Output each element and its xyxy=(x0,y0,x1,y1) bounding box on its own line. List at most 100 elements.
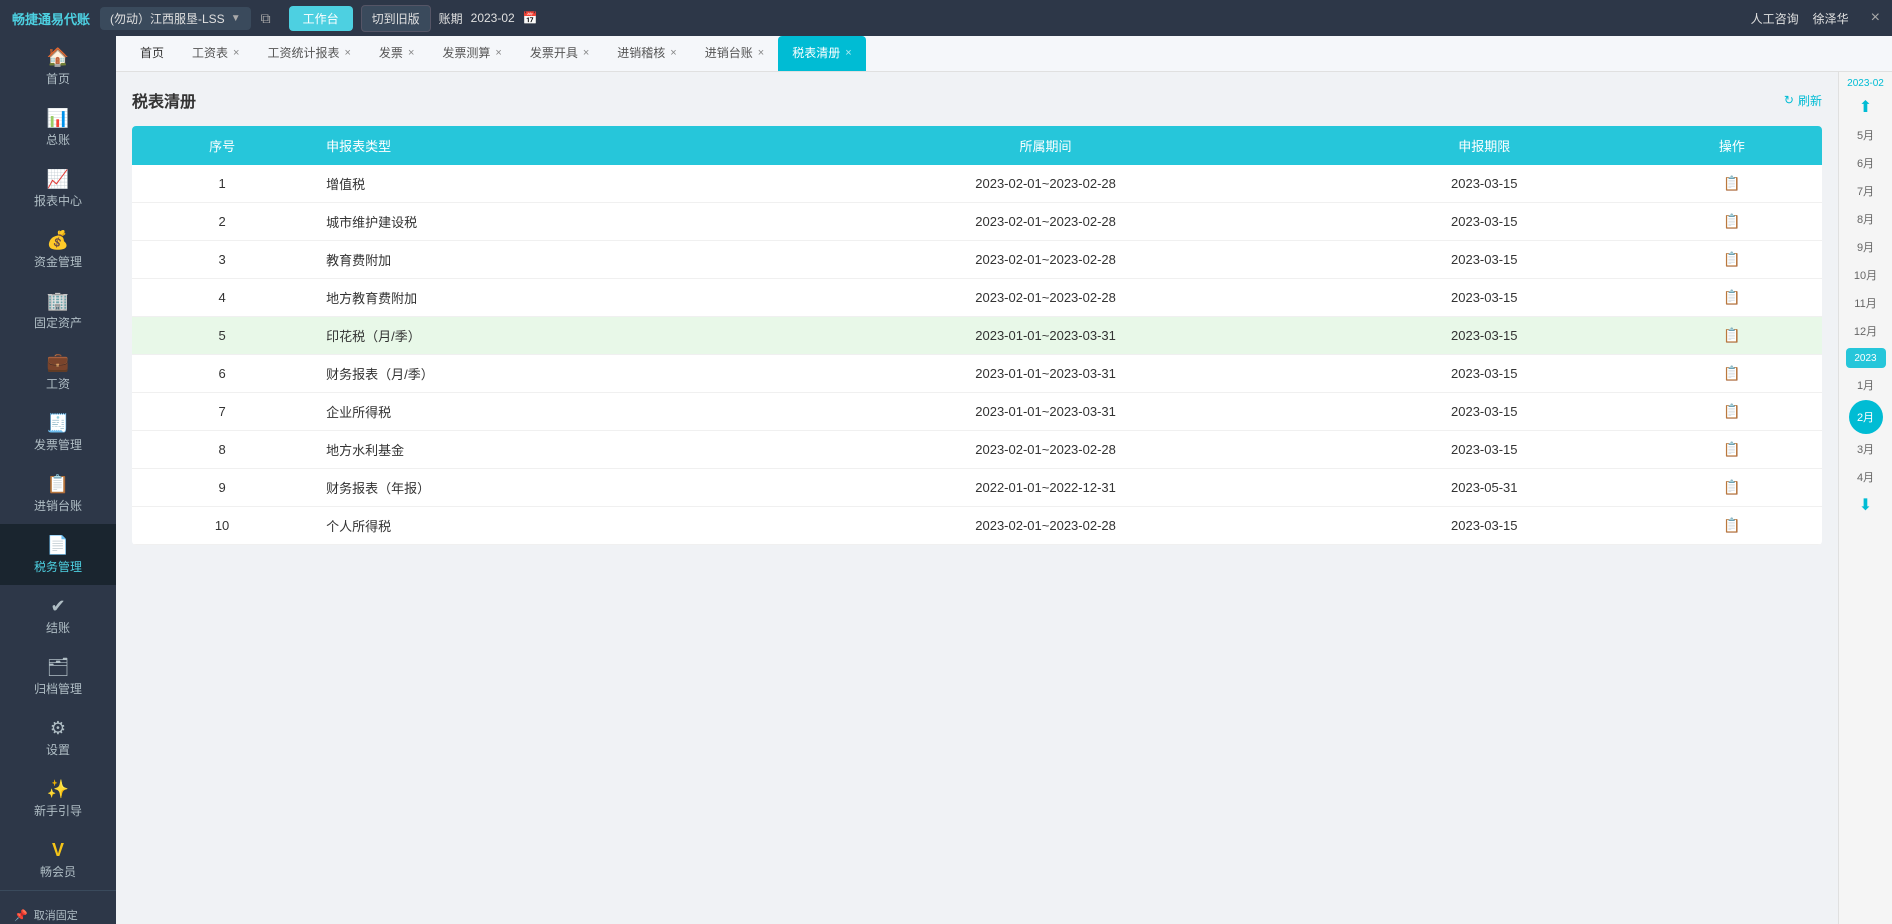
cell-action[interactable]: 📋 xyxy=(1642,279,1822,317)
cell-type: 地方教育费附加 xyxy=(312,279,764,317)
cell-deadline: 2023-03-15 xyxy=(1327,355,1642,393)
sidebar-label-tax: 税务管理 xyxy=(34,558,82,575)
doc-icon[interactable]: 📋 xyxy=(1723,251,1740,267)
calendar-icon[interactable]: 📅 xyxy=(523,11,538,25)
tab-bar: 首页 工资表 × 工资统计报表 × 发票 × 发票测算 × 发票开具 × xyxy=(116,36,1892,72)
tab-salary-report[interactable]: 工资统计报表 × xyxy=(253,36,364,71)
timeline-month-3[interactable]: 3月 xyxy=(1846,436,1886,462)
cell-deadline: 2023-03-15 xyxy=(1327,431,1642,469)
timeline-month-2-active[interactable]: 2月 xyxy=(1849,400,1883,434)
doc-icon[interactable]: 📋 xyxy=(1723,441,1740,457)
archive-icon: 🗂 xyxy=(47,658,70,676)
tab-salary-report-close[interactable]: × xyxy=(344,47,350,59)
refresh-label: 刷新 xyxy=(1798,92,1822,109)
timeline-month-6[interactable]: 6月 xyxy=(1846,150,1886,176)
tab-purchase-check-close[interactable]: × xyxy=(670,47,676,59)
doc-icon[interactable]: 📋 xyxy=(1723,479,1740,495)
timeline-month-7[interactable]: 7月 xyxy=(1846,178,1886,204)
cell-action[interactable]: 📋 xyxy=(1642,317,1822,355)
tab-invoice-open[interactable]: 发票开具 × xyxy=(516,36,603,71)
col-seq: 序号 xyxy=(132,126,312,165)
ledger-icon: 📊 xyxy=(47,109,69,127)
tab-salary[interactable]: 工资表 × xyxy=(178,36,253,71)
table-row: 2 城市维护建设税 2023-02-01~2023-02-28 2023-03-… xyxy=(132,203,1822,241)
cell-action[interactable]: 📋 xyxy=(1642,241,1822,279)
doc-icon[interactable]: 📋 xyxy=(1723,517,1740,533)
tab-purchase-account-close[interactable]: × xyxy=(758,47,764,59)
tab-salary-close[interactable]: × xyxy=(233,47,239,59)
sidebar-item-archive-mgmt[interactable]: 🗂 归档管理 xyxy=(0,646,116,707)
cell-period: 2023-02-01~2023-02-28 xyxy=(764,241,1326,279)
tab-invoice[interactable]: 发票 × xyxy=(365,36,428,71)
sidebar-item-vip[interactable]: V 畅会员 xyxy=(0,829,116,890)
cell-action[interactable]: 📋 xyxy=(1642,165,1822,203)
tab-invoice-calc-close[interactable]: × xyxy=(495,47,501,59)
workspace-button[interactable]: 工作台 xyxy=(289,6,353,31)
tab-purchase-account[interactable]: 进销台账 × xyxy=(691,36,778,71)
cell-action[interactable]: 📋 xyxy=(1642,203,1822,241)
home-icon: 🏠 xyxy=(47,48,69,66)
switch-button[interactable]: 切到旧版 xyxy=(361,5,431,32)
timeline-month-9[interactable]: 9月 xyxy=(1846,234,1886,260)
timeline-month-11[interactable]: 11月 xyxy=(1846,290,1886,316)
copy-icon[interactable]: ⧉ xyxy=(261,10,271,27)
timeline-month-1[interactable]: 1月 xyxy=(1846,372,1886,398)
fund-icon: 💰 xyxy=(47,231,69,249)
purchase-icon: 📋 xyxy=(47,475,69,493)
cell-action[interactable]: 📋 xyxy=(1642,507,1822,545)
doc-icon[interactable]: 📋 xyxy=(1723,289,1740,305)
tab-tax-register[interactable]: 税表清册 × xyxy=(778,36,865,71)
sidebar-item-purchase-account[interactable]: 📋 进销台账 xyxy=(0,463,116,524)
sidebar-item-tax-mgmt[interactable]: 📄 税务管理 xyxy=(0,524,116,585)
user-menu[interactable]: 徐泽华 xyxy=(1813,10,1849,27)
sidebar-item-new-guide[interactable]: ✨ 新手引导 xyxy=(0,768,116,829)
tab-home[interactable]: 首页 xyxy=(126,36,178,71)
tab-invoice-open-close[interactable]: × xyxy=(583,47,589,59)
cell-action[interactable]: 📋 xyxy=(1642,431,1822,469)
sidebar-item-settlement[interactable]: ✔ 结账 xyxy=(0,585,116,646)
refresh-button[interactable]: ↻ 刷新 xyxy=(1784,92,1822,109)
cell-period: 2023-01-01~2023-03-31 xyxy=(764,317,1326,355)
doc-icon[interactable]: 📋 xyxy=(1723,213,1740,229)
sidebar-item-report-center[interactable]: 📈 报表中心 xyxy=(0,158,116,219)
timeline-month-4[interactable]: 4月 xyxy=(1846,464,1886,490)
timeline-down-button[interactable]: ⬇ xyxy=(1859,495,1872,515)
doc-icon[interactable]: 📋 xyxy=(1723,403,1740,419)
cell-period: 2023-02-01~2023-02-28 xyxy=(764,507,1326,545)
sidebar-item-home[interactable]: 🏠 首页 xyxy=(0,36,116,97)
doc-icon[interactable]: 📋 xyxy=(1723,327,1740,343)
timeline-month-8[interactable]: 8月 xyxy=(1846,206,1886,232)
page-header: 税表清册 ↻ 刷新 xyxy=(132,88,1822,112)
sidebar-item-general-ledger[interactable]: 📊 总账 xyxy=(0,97,116,158)
sidebar-item-fund-mgmt[interactable]: 💰 资金管理 xyxy=(0,219,116,280)
tab-invoice-label: 发票 xyxy=(379,44,403,61)
timeline-month-10[interactable]: 10月 xyxy=(1846,262,1886,288)
cell-seq: 6 xyxy=(132,355,312,393)
cell-action[interactable]: 📋 xyxy=(1642,355,1822,393)
sidebar-label-home: 首页 xyxy=(46,70,70,87)
cell-action[interactable]: 📋 xyxy=(1642,393,1822,431)
cell-period: 2023-02-01~2023-02-28 xyxy=(764,165,1326,203)
timeline-up-button[interactable]: ⬆ xyxy=(1859,97,1872,117)
timeline-month-5[interactable]: 5月 xyxy=(1846,122,1886,148)
tab-invoice-calc[interactable]: 发票测算 × xyxy=(428,36,515,71)
tab-invoice-close[interactable]: × xyxy=(408,47,414,59)
doc-icon[interactable]: 📋 xyxy=(1723,365,1740,381)
sidebar-label-report: 报表中心 xyxy=(34,192,82,209)
unpin-button[interactable]: 📌 取消固定 xyxy=(0,899,116,924)
company-selector[interactable]: (勿动）江西服垦-LSS ▼ xyxy=(100,7,251,30)
tab-tax-register-close[interactable]: × xyxy=(845,47,851,59)
support-link[interactable]: 人工咨询 xyxy=(1751,10,1799,27)
timeline-month-12[interactable]: 12月 xyxy=(1846,318,1886,344)
sidebar-item-fixed-assets[interactable]: 🏢 固定资产 xyxy=(0,280,116,341)
sidebar-item-salary[interactable]: 💼 工资 xyxy=(0,341,116,402)
table-row: 10 个人所得税 2023-02-01~2023-02-28 2023-03-1… xyxy=(132,507,1822,545)
sidebar-label-guide: 新手引导 xyxy=(34,802,82,819)
sidebar-item-invoice-mgmt[interactable]: 🧾 发票管理 xyxy=(0,402,116,463)
sidebar-item-settings[interactable]: ⚙ 设置 xyxy=(0,707,116,768)
doc-icon[interactable]: 📋 xyxy=(1723,175,1740,191)
table-row: 6 财务报表（月/季） 2023-01-01~2023-03-31 2023-0… xyxy=(132,355,1822,393)
cell-action[interactable]: 📋 xyxy=(1642,469,1822,507)
tab-purchase-check[interactable]: 进销稽核 × xyxy=(603,36,690,71)
close-button[interactable]: × xyxy=(1871,9,1880,27)
